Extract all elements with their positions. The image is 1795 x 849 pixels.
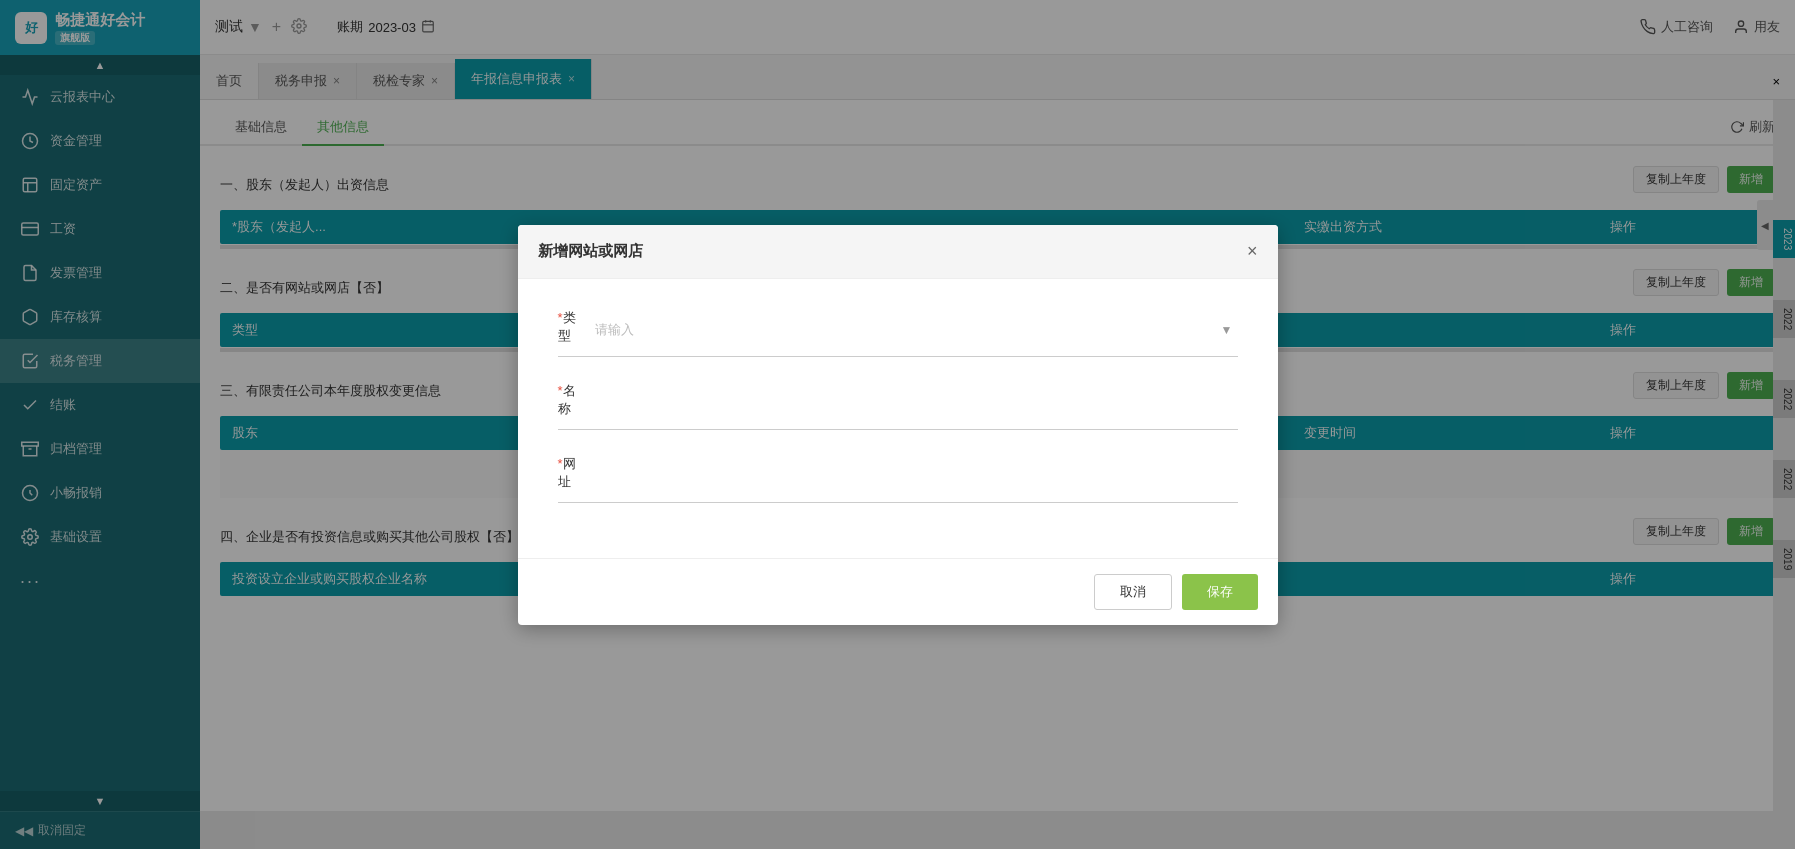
form-type-wrap: *类型 ▼	[558, 309, 1238, 357]
url-label: *网址	[558, 455, 587, 491]
form-url-wrap: *网址	[558, 455, 1238, 503]
modal-body: *类型 ▼ *名称 *网址	[518, 279, 1278, 558]
modal: 新增网站或网店 × *类型 ▼ *名称	[518, 225, 1278, 625]
modal-title: 新增网站或网店	[538, 242, 643, 261]
name-input[interactable]	[595, 391, 1238, 414]
form-url-row: *网址	[558, 455, 1238, 503]
cancel-button[interactable]: 取消	[1094, 574, 1172, 610]
form-name-row: *名称	[558, 382, 1238, 430]
save-button[interactable]: 保存	[1182, 574, 1258, 610]
type-dropdown-icon: ▼	[1221, 323, 1233, 337]
modal-footer: 取消 保存	[518, 558, 1278, 625]
url-input[interactable]	[595, 464, 1238, 487]
type-label: *类型	[558, 309, 587, 345]
type-input[interactable]	[595, 318, 1238, 341]
form-type-row: *类型 ▼	[558, 309, 1238, 357]
form-name-wrap: *名称	[558, 382, 1238, 430]
modal-overlay: 新增网站或网店 × *类型 ▼ *名称	[0, 0, 1795, 849]
modal-close-button[interactable]: ×	[1247, 241, 1258, 262]
modal-header: 新增网站或网店 ×	[518, 225, 1278, 279]
name-label: *名称	[558, 382, 587, 418]
